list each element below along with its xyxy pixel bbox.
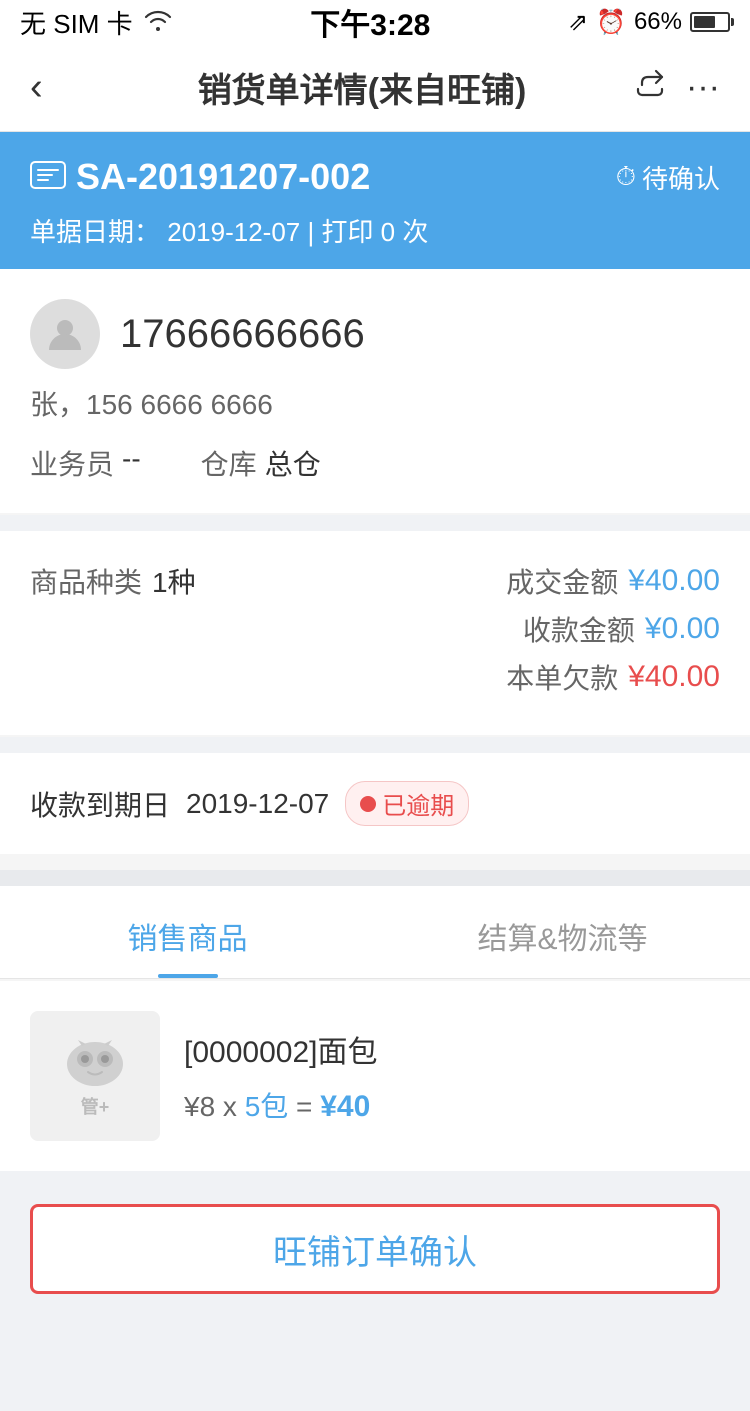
order-date-row: 单据日期： 2019-12-07 | 打印 0 次 <box>30 212 720 249</box>
price-text: ¥8 x <box>184 1091 245 1122</box>
collected-label: 收款金额 <box>523 609 635 649</box>
overdue-badge: 已逾期 <box>345 781 469 826</box>
tab-products[interactable]: 销售商品 <box>0 886 375 978</box>
alarm-icon: ⏰ <box>596 8 626 37</box>
customer-phone: 17666666666 <box>120 312 365 357</box>
share-icon[interactable] <box>634 67 666 108</box>
summary-left: 商品种类 1种 <box>30 561 506 605</box>
order-header-banner: SA-20191207-002 ⏱ 待确认 单据日期： 2019-12-07 |… <box>0 132 750 269</box>
overdue-text: 已逾期 <box>382 786 454 821</box>
brand-label: 管+ <box>81 1093 110 1119</box>
confirm-button-label: 旺铺订单确认 <box>273 1225 477 1274</box>
warehouse-meta: 仓库 总仓 <box>201 443 321 483</box>
status-bar: 无 SIM 卡 下午3:28 ⇗ ⏰ 66% <box>0 0 750 44</box>
warehouse-value: 总仓 <box>265 443 321 483</box>
deal-amount-row: 成交金额 ¥40.00 <box>506 561 720 601</box>
deal-amount-label: 成交金额 <box>506 561 618 601</box>
collected-amount-row: 收款金额 ¥0.00 <box>506 609 720 649</box>
quantity-text: 5包 <box>245 1091 289 1122</box>
customer-top: 17666666666 <box>30 299 720 369</box>
page-title: 销货单详情(来自旺铺) <box>90 63 634 112</box>
status-clock-icon: ⏱ <box>616 161 636 193</box>
avatar <box>30 299 100 369</box>
status-left: 无 SIM 卡 <box>20 4 173 41</box>
balance-value: ¥40.00 <box>628 660 720 694</box>
nav-actions: ··· <box>634 67 720 108</box>
carrier-text: 无 SIM 卡 <box>20 4 133 41</box>
warehouse-label: 仓库 <box>201 443 257 483</box>
product-type-row: 商品种类 1种 <box>30 561 506 601</box>
product-info: [0000002]面包 ¥8 x 5包 = ¥40 <box>184 1027 720 1125</box>
product-name: [0000002]面包 <box>184 1027 720 1071</box>
order-header-top: SA-20191207-002 ⏱ 待确认 <box>30 156 720 198</box>
battery-percentage: 66% <box>634 8 682 36</box>
more-icon[interactable]: ··· <box>686 68 720 107</box>
product-thumbnail: 管+ <box>30 1011 160 1141</box>
order-icon <box>30 156 66 198</box>
product-section: 管+ [0000002]面包 ¥8 x 5包 = ¥40 <box>0 981 750 1171</box>
location-icon: ⇗ <box>568 8 588 37</box>
collected-value: ¥0.00 <box>645 612 720 646</box>
summary-right: 成交金额 ¥40.00 收款金额 ¥0.00 本单欠款 ¥40.00 <box>506 561 720 705</box>
divider-2 <box>0 737 750 753</box>
divider-1 <box>0 515 750 531</box>
balance-label: 本单欠款 <box>506 657 618 697</box>
confirm-section: 旺铺订单确认 <box>0 1184 750 1334</box>
back-button[interactable]: ‹ <box>30 66 90 109</box>
salesman-label: 业务员 <box>30 443 114 483</box>
due-date-section: 收款到期日 2019-12-07 已逾期 <box>0 753 750 854</box>
order-status: ⏱ 待确认 <box>616 159 720 196</box>
balance-amount-row: 本单欠款 ¥40.00 <box>506 657 720 697</box>
product-type-label: 商品种类 <box>30 561 142 601</box>
status-time: 下午3:28 <box>310 0 430 44</box>
customer-meta: 业务员 -- 仓库 总仓 <box>30 443 720 483</box>
overdue-dot-icon <box>360 796 376 812</box>
nav-bar: ‹ 销货单详情(来自旺铺) ··· <box>0 44 750 132</box>
section-divider <box>0 870 750 886</box>
battery-icon <box>690 12 730 32</box>
equals-text: = <box>288 1091 320 1122</box>
summary-section: 商品种类 1种 成交金额 ¥40.00 收款金额 ¥0.00 本单欠款 ¥40.… <box>0 531 750 735</box>
order-id: SA-20191207-002 <box>30 156 370 198</box>
wifi-icon <box>143 7 173 38</box>
thumbnail-inner: 管+ <box>60 1034 130 1119</box>
customer-section: 17666666666 张，156 6666 6666 业务员 -- 仓库 总仓 <box>0 269 750 513</box>
due-date-label: 收款到期日 <box>30 784 170 824</box>
confirm-order-button[interactable]: 旺铺订单确认 <box>30 1204 720 1294</box>
tabs-section: 销售商品 结算&物流等 <box>0 886 750 979</box>
status-right: ⇗ ⏰ 66% <box>568 8 730 37</box>
due-date-value: 2019-12-07 <box>186 788 329 820</box>
tab-settlement[interactable]: 结算&物流等 <box>375 886 750 978</box>
customer-name: 张，156 6666 6666 <box>30 383 720 423</box>
salesman-value: -- <box>122 443 141 483</box>
total-text: ¥40 <box>320 1090 370 1123</box>
salesman-meta: 业务员 -- <box>30 443 141 483</box>
deal-amount-value: ¥40.00 <box>628 564 720 598</box>
product-type-count: 1种 <box>152 561 196 601</box>
product-price: ¥8 x 5包 = ¥40 <box>184 1085 720 1125</box>
